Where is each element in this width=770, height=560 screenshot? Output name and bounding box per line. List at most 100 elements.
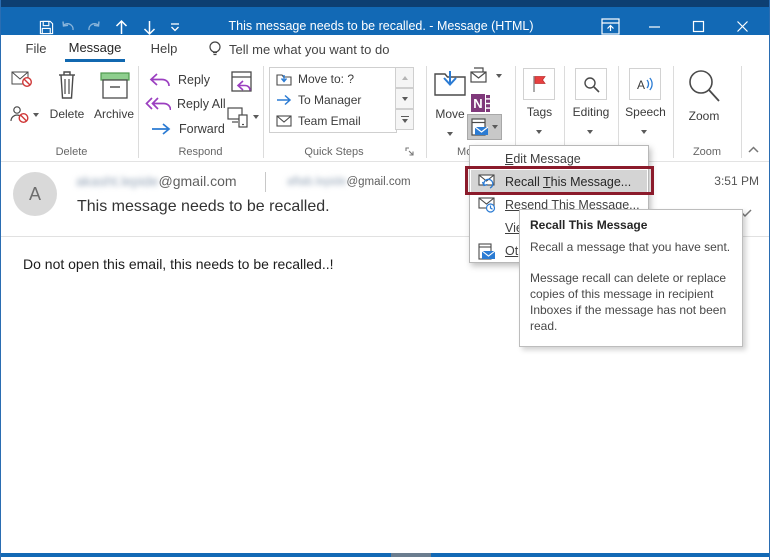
maximize-button[interactable] — [681, 15, 715, 37]
speech-button[interactable]: A — [629, 68, 661, 100]
group-separator — [263, 66, 264, 158]
tab-message[interactable]: Message — [65, 35, 125, 62]
redo-icon[interactable] — [85, 18, 103, 36]
quick-step-label: To Manager — [298, 93, 361, 107]
tab-file[interactable]: File — [15, 35, 57, 62]
quick-step-label: Move to: ? — [298, 72, 354, 86]
ignore-button[interactable] — [11, 69, 33, 87]
zoom-group-label: Zoom — [673, 146, 741, 158]
tags-button-label: Tags — [515, 105, 564, 119]
tooltip-body-line1: Recall a message that you have sent. — [530, 239, 732, 255]
move-button[interactable]: Move — [431, 65, 469, 141]
menu-item-recall-this-message[interactable]: Recall This Message... — [471, 170, 647, 193]
reply-button[interactable]: Reply — [149, 73, 210, 87]
speech-dropdown-arrow[interactable] — [641, 121, 647, 139]
window-bottom-edge — [1, 553, 770, 557]
to-address[interactable]: aftab.lepide@gmail.com — [287, 176, 411, 188]
quick-steps-scroll-up[interactable] — [395, 67, 414, 88]
resend-message-icon — [478, 197, 496, 213]
rules-dropdown-arrow — [496, 74, 502, 78]
meeting-button[interactable] — [229, 69, 254, 95]
forward-button[interactable]: Forward — [151, 122, 225, 136]
actions-button[interactable] — [467, 114, 502, 140]
delete-group-label: Delete — [5, 146, 138, 158]
team-email-envelope-icon — [276, 115, 292, 127]
tab-help[interactable]: Help — [141, 35, 187, 62]
move-to-folder-icon — [276, 72, 292, 86]
tell-me-box[interactable]: Tell me what you want to do — [229, 42, 389, 57]
undo-icon[interactable] — [59, 18, 77, 36]
outlook-message-window: This message needs to be recalled. - Mes… — [0, 0, 770, 560]
sender-avatar[interactable]: A — [13, 172, 57, 216]
speech-button-label: Speech — [618, 105, 673, 119]
more-gallery-arrow-icon — [402, 119, 408, 123]
quick-steps-scroll-down[interactable] — [395, 88, 414, 109]
tell-me-label: Tell me what you want to do — [229, 42, 389, 57]
save-icon[interactable] — [37, 18, 55, 36]
address-separator — [265, 172, 266, 192]
archive-button[interactable]: Archive — [91, 65, 137, 123]
more-respond-dropdown-arrow — [253, 115, 259, 119]
archive-button-label: Archive — [91, 107, 137, 121]
move-button-label: Move — [431, 107, 469, 121]
move-icon — [434, 69, 466, 96]
to-domain: @gmail.com — [346, 176, 410, 188]
quick-step-to-manager[interactable]: To Manager — [276, 90, 361, 110]
quick-step-team-email[interactable]: Team Email — [276, 111, 361, 131]
quick-steps-more-button[interactable] — [395, 109, 414, 130]
actions-icon — [471, 118, 489, 136]
menu-item-edit-message[interactable]: Edit Message — [471, 147, 647, 170]
rules-button[interactable] — [470, 67, 502, 84]
window-top-edge — [1, 0, 770, 7]
find-icon — [583, 76, 600, 93]
quick-steps-gallery: Move to: ? To Manager Team Email — [269, 67, 397, 133]
from-domain: @gmail.com — [159, 173, 237, 189]
respond-group-label: Respond — [138, 146, 263, 158]
from-address[interactable]: akasht.lepide@gmail.com — [76, 173, 237, 189]
editing-button-label: Editing — [564, 105, 618, 119]
tags-dropdown-arrow[interactable] — [536, 121, 542, 139]
recall-tooltip: Recall This Message Recall a message tha… — [519, 209, 743, 347]
junk-button[interactable] — [9, 105, 39, 124]
actions-dropdown-arrow — [492, 125, 498, 129]
group-separator — [426, 66, 427, 158]
flag-icon — [531, 75, 547, 93]
collapse-ribbon-button[interactable] — [747, 144, 760, 156]
reply-all-label: Reply All — [177, 97, 226, 111]
close-button[interactable] — [725, 15, 759, 37]
move-up-icon[interactable] — [112, 18, 130, 36]
onenote-icon: N — [471, 93, 491, 113]
zoom-button[interactable] — [685, 67, 723, 105]
more-respond-actions-button[interactable] — [227, 106, 259, 128]
delete-button[interactable]: Delete — [45, 65, 89, 123]
zoom-button-label: Zoom — [679, 109, 729, 123]
ribbon-tab-row: File Message Help Tell me what you want … — [1, 35, 770, 63]
reply-all-button[interactable]: Reply All — [145, 97, 226, 111]
more-respond-actions-icon — [227, 106, 249, 128]
group-separator — [138, 66, 139, 158]
quick-step-move-to[interactable]: Move to: ? — [276, 69, 354, 89]
ribbon-display-options-icon[interactable] — [593, 15, 627, 37]
forward-icon — [151, 123, 171, 135]
svg-text:N: N — [473, 96, 482, 111]
message-body-text: Do not open this email, this needs to be… — [23, 256, 334, 272]
scroll-up-arrow-icon — [402, 76, 408, 80]
tooltip-title: Recall This Message — [530, 218, 732, 232]
other-actions-icon — [478, 243, 496, 259]
window-bottom-segment — [391, 553, 431, 557]
reply-label: Reply — [178, 73, 210, 87]
follow-up-flag-button[interactable] — [523, 68, 555, 100]
editing-button[interactable] — [575, 68, 607, 100]
minimize-button[interactable] — [637, 15, 671, 37]
quick-steps-dialog-launcher[interactable] — [405, 147, 415, 157]
zoom-icon — [685, 67, 723, 105]
to-manager-arrow-icon — [276, 94, 292, 106]
move-down-icon[interactable] — [140, 18, 158, 36]
group-separator — [673, 66, 674, 158]
tab-help-label: Help — [151, 41, 178, 56]
delete-button-label: Delete — [45, 107, 89, 121]
editing-dropdown-arrow[interactable] — [587, 121, 593, 139]
onenote-button[interactable]: N — [471, 93, 491, 113]
chevron-up-icon — [747, 144, 760, 156]
archive-icon — [99, 71, 131, 101]
